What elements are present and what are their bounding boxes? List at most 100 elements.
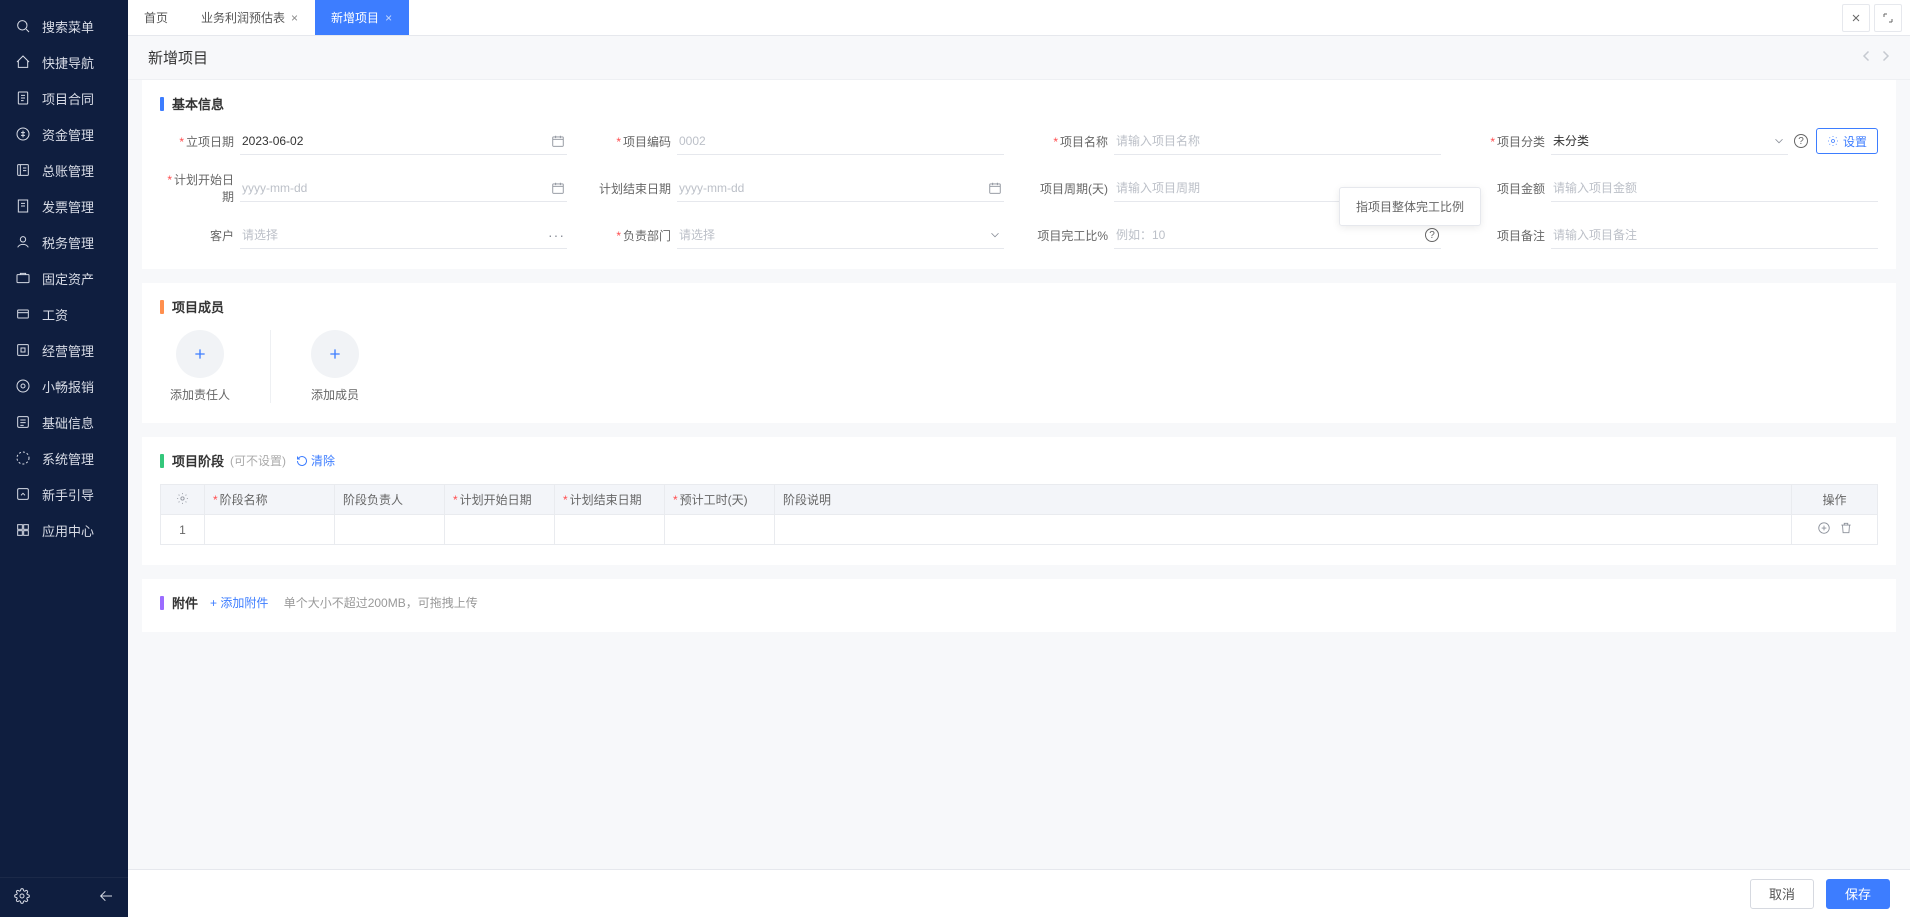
plan-end-input[interactable] xyxy=(677,174,1004,202)
amount-input[interactable] xyxy=(1551,174,1878,202)
label-code: 项目编码 xyxy=(623,135,671,149)
tabs-close-button[interactable] xyxy=(1842,4,1870,32)
add-owner-button[interactable]: 添加责任人 xyxy=(160,330,240,403)
delete-row-icon[interactable] xyxy=(1835,524,1857,538)
phase-col-config[interactable] xyxy=(161,485,205,515)
phase-th-name: 阶段名称 xyxy=(220,493,268,507)
label-name: 项目名称 xyxy=(1060,135,1108,149)
sidebar: 搜索菜单快捷导航项目合同资金管理总账管理发票管理税务管理固定资产工资经营管理小畅… xyxy=(0,0,128,917)
sidebar-item-home[interactable]: 快捷导航 xyxy=(0,44,128,80)
attachment-hint: 单个大小不超过200MB，可拖拽上传 xyxy=(284,596,478,610)
sidebar-item-label: 快捷导航 xyxy=(42,53,94,72)
label-amount: 项目金额 xyxy=(1497,182,1545,196)
label-dept: 负责部门 xyxy=(623,229,671,243)
chevron-down-icon[interactable] xyxy=(988,228,1002,242)
invoice-icon xyxy=(14,197,32,215)
create-date-input[interactable] xyxy=(240,127,567,155)
tab-新增项目[interactable]: 新增项目× xyxy=(315,0,409,35)
phase-cell-name[interactable] xyxy=(205,515,335,545)
section-title-members: 项目成员 xyxy=(172,297,224,316)
phase-cell-end[interactable] xyxy=(555,515,665,545)
tab-close-icon[interactable]: × xyxy=(385,11,392,25)
home-icon xyxy=(14,53,32,71)
phase-cell-owner[interactable] xyxy=(335,515,445,545)
phase-cell-desc[interactable] xyxy=(775,515,1792,545)
phase-cell-ops xyxy=(1792,515,1878,545)
apps-icon xyxy=(14,521,32,539)
system-icon xyxy=(14,449,32,467)
sidebar-item-label: 总账管理 xyxy=(42,161,94,180)
sidebar-item-tax[interactable]: 税务管理 xyxy=(0,224,128,260)
phase-th-start: 计划开始日期 xyxy=(460,493,532,507)
phase-th-end: 计划结束日期 xyxy=(570,493,642,507)
sidebar-item-money[interactable]: 资金管理 xyxy=(0,116,128,152)
help-complete-pct-icon[interactable]: ? xyxy=(1425,228,1439,242)
dept-select[interactable] xyxy=(677,221,1004,249)
sidebar-item-label: 应用中心 xyxy=(42,521,94,540)
label-plan-end: 计划结束日期 xyxy=(599,182,671,196)
plan-start-input[interactable] xyxy=(240,174,567,202)
salary-icon xyxy=(14,305,32,323)
tab-业务利润预估表[interactable]: 业务利润预估表× xyxy=(185,0,315,35)
sidebar-item-apps[interactable]: 应用中心 xyxy=(0,512,128,548)
collapse-icon[interactable] xyxy=(98,888,114,907)
section-title-attachments: 附件 xyxy=(172,593,198,612)
next-record-icon[interactable] xyxy=(1880,50,1890,65)
save-button[interactable]: 保存 xyxy=(1826,879,1890,909)
sidebar-item-guide[interactable]: 新手引导 xyxy=(0,476,128,512)
sidebar-item-label: 工资 xyxy=(42,305,68,324)
section-title-phases: 项目阶段 xyxy=(172,451,224,470)
sidebar-item-search[interactable]: 搜索菜单 xyxy=(0,8,128,44)
sidebar-item-label: 固定资产 xyxy=(42,269,94,288)
main: 首页业务利润预估表×新增项目× 新增项目 基本信息 xyxy=(128,0,1910,917)
sidebar-item-reimburse[interactable]: 小畅报销 xyxy=(0,368,128,404)
name-input[interactable] xyxy=(1114,127,1441,155)
phase-th-hours: 预计工时(天) xyxy=(680,493,748,507)
sidebar-item-system[interactable]: 系统管理 xyxy=(0,440,128,476)
help-category-icon[interactable]: ? xyxy=(1794,134,1808,148)
prev-record-icon[interactable] xyxy=(1862,50,1872,65)
add-row-icon[interactable] xyxy=(1813,524,1835,538)
sidebar-item-salary[interactable]: 工资 xyxy=(0,296,128,332)
calendar-icon[interactable] xyxy=(551,181,565,195)
sidebar-item-label: 搜索菜单 xyxy=(42,17,94,36)
sidebar-item-invoice[interactable]: 发票管理 xyxy=(0,188,128,224)
customer-select[interactable] xyxy=(240,221,567,249)
tab-首页[interactable]: 首页 xyxy=(128,0,185,35)
asset-icon xyxy=(14,269,32,287)
sidebar-item-biz[interactable]: 经营管理 xyxy=(0,332,128,368)
add-attachment-button[interactable]: + 添加附件 xyxy=(210,596,268,610)
tooltip-complete-pct: 指项目整体完工比例 xyxy=(1339,187,1481,226)
sidebar-item-file[interactable]: 项目合同 xyxy=(0,80,128,116)
chevron-down-icon[interactable] xyxy=(1772,134,1786,148)
more-dots-icon[interactable]: ··· xyxy=(548,228,565,242)
remark-input[interactable] xyxy=(1551,221,1878,249)
settings-category-button[interactable]: 设置 xyxy=(1816,128,1878,154)
category-select[interactable] xyxy=(1551,127,1788,155)
calendar-icon[interactable] xyxy=(988,181,1002,195)
code-input[interactable] xyxy=(677,127,1004,155)
card-members: 项目成员 添加责任人 添加成员 xyxy=(142,283,1896,423)
tabs-expand-button[interactable] xyxy=(1874,4,1902,32)
phase-th-owner: 阶段负责人 xyxy=(343,493,403,507)
add-member-button[interactable]: 添加成员 xyxy=(301,330,369,403)
section-title-basic: 基本信息 xyxy=(172,94,224,113)
sidebar-item-asset[interactable]: 固定资产 xyxy=(0,260,128,296)
content-scroll[interactable]: 基本信息 *立项日期 *项目编码 xyxy=(128,80,1910,917)
tab-close-icon[interactable]: × xyxy=(291,11,298,25)
phase-th-desc: 阶段说明 xyxy=(783,493,831,507)
phase-row-index: 1 xyxy=(161,515,205,545)
cancel-button[interactable]: 取消 xyxy=(1750,879,1814,909)
tax-icon xyxy=(14,233,32,251)
label-category: 项目分类 xyxy=(1497,135,1545,149)
tabs-bar: 首页业务利润预估表×新增项目× xyxy=(128,0,1910,36)
phase-cell-hours[interactable] xyxy=(665,515,775,545)
sidebar-item-label: 基础信息 xyxy=(42,413,94,432)
phases-clear-button[interactable]: 清除 xyxy=(296,452,335,469)
calendar-icon[interactable] xyxy=(551,134,565,148)
settings-icon[interactable] xyxy=(14,888,30,907)
phase-cell-start[interactable] xyxy=(445,515,555,545)
sidebar-item-label: 资金管理 xyxy=(42,125,94,144)
sidebar-item-book[interactable]: 总账管理 xyxy=(0,152,128,188)
sidebar-item-info[interactable]: 基础信息 xyxy=(0,404,128,440)
